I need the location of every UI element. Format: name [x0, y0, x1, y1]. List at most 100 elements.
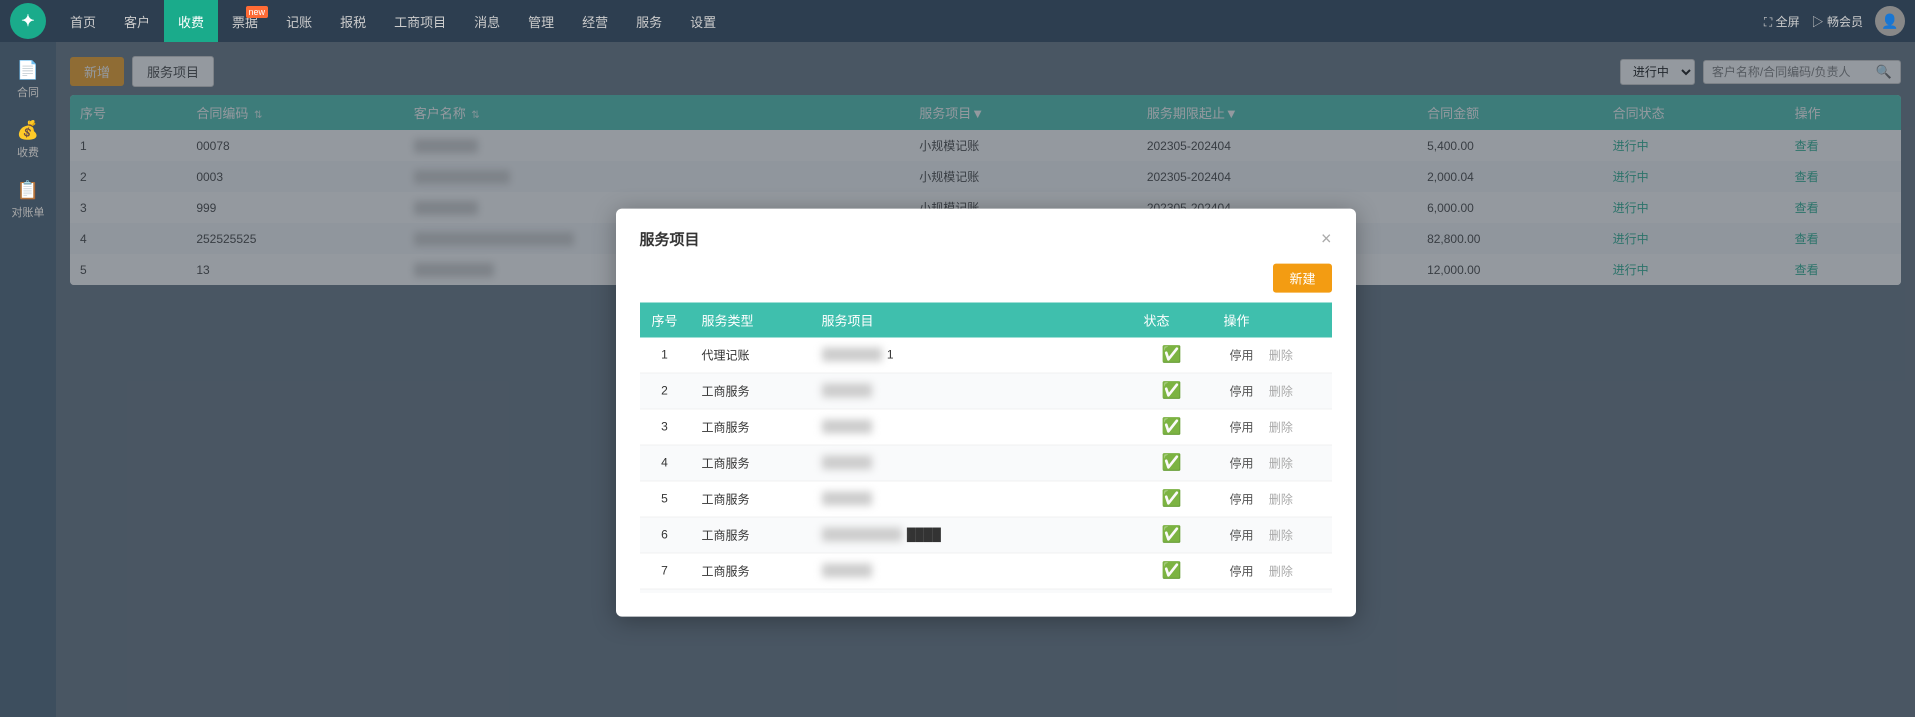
modal-table: 序号 服务类型 服务项目 状态 操作 1 代理记账 1 ✅ 停用 [640, 302, 1332, 592]
sidebar-item-statement[interactable]: 📋 对账单 [3, 172, 53, 228]
modal-cell-project [810, 409, 1132, 445]
modal-scroll-area[interactable]: 序号 服务类型 服务项目 状态 操作 1 代理记账 1 ✅ 停用 [640, 302, 1332, 592]
modal-cell-type: 代理记账 [690, 337, 810, 373]
modal-cell-action: 停用 删除 [1212, 553, 1332, 589]
member-btn[interactable]: ▷ 畅会员 [1812, 13, 1863, 30]
nav-tax[interactable]: 报税 [326, 0, 380, 42]
status-check-icon: ✅ [1162, 347, 1182, 364]
new-badge: new [246, 6, 269, 18]
delete-button[interactable]: 删除 [1263, 524, 1299, 545]
modal-table-row: 4 工商服务 ✅ 停用 删除 [640, 445, 1332, 481]
modal-col-project: 服务项目 [810, 302, 1132, 337]
modal-col-status: 状态 [1132, 302, 1212, 337]
nav-settings[interactable]: 设置 [676, 0, 730, 42]
modal-cell-seq: 8 [640, 589, 690, 593]
nav-customer[interactable]: 客户 [110, 0, 164, 42]
fee-icon: 💰 [17, 120, 39, 141]
modal-cell-status: ✅ [1132, 589, 1212, 593]
stop-button[interactable]: 停用 [1224, 560, 1260, 581]
modal-cell-seq: 3 [640, 409, 690, 445]
contract-icon: 📄 [17, 60, 39, 81]
modal-cell-action: 停用 删除 [1212, 517, 1332, 553]
modal-cell-seq: 5 [640, 481, 690, 517]
modal-title: 服务项目 [640, 228, 700, 249]
service-modal: 服务项目 × 新建 序号 服务类型 服务项目 状态 操作 [616, 208, 1356, 616]
nav-message[interactable]: 消息 [460, 0, 514, 42]
modal-cell-action: 停用 删除 [1212, 589, 1332, 593]
modal-cell-project [810, 445, 1132, 481]
modal-cell-action: 停用 删除 [1212, 409, 1332, 445]
modal-cell-project [810, 553, 1132, 589]
status-check-icon: ✅ [1162, 383, 1182, 400]
modal-col-action: 操作 [1212, 302, 1332, 337]
modal-cell-status: ✅ [1132, 481, 1212, 517]
logo-icon: ✦ [10, 3, 46, 39]
delete-button[interactable]: 删除 [1263, 452, 1299, 473]
modal-cell-status: ✅ [1132, 517, 1212, 553]
status-check-icon: ✅ [1162, 491, 1182, 508]
modal-cell-type: 工商服务 [690, 373, 810, 409]
stop-button[interactable]: 停用 [1224, 488, 1260, 509]
top-nav: ✦ 首页 客户 收费 票据 new 记账 报税 工商项目 消息 管理 经营 服务… [0, 0, 1915, 42]
fullscreen-btn[interactable]: ⛶ 全屏 [1764, 13, 1800, 30]
modal-table-row: 2 工商服务 ✅ 停用 删除 [640, 373, 1332, 409]
nav-service[interactable]: 服务 [622, 0, 676, 42]
modal-table-row: 8 工商服务 注册 ✅ 停用 删除 [640, 589, 1332, 593]
modal-col-type: 服务类型 [690, 302, 810, 337]
nav-fee[interactable]: 收费 [164, 0, 218, 42]
nav-manage[interactable]: 管理 [514, 0, 568, 42]
modal-cell-project [810, 481, 1132, 517]
nav-commerce[interactable]: 工商项目 [380, 0, 460, 42]
modal-cell-seq: 6 [640, 517, 690, 553]
statement-icon: 📋 [17, 180, 39, 201]
sidebar: 📄 合同 💰 收费 📋 对账单 [0, 42, 56, 717]
sidebar-item-fee[interactable]: 💰 收费 [3, 112, 53, 168]
nav-items: 首页 客户 收费 票据 new 记账 报税 工商项目 消息 管理 经营 服务 设… [56, 0, 730, 42]
modal-cell-project: 1 [810, 337, 1132, 373]
nav-accounting[interactable]: 记账 [272, 0, 326, 42]
delete-button[interactable]: 删除 [1263, 416, 1299, 437]
nav-business[interactable]: 经营 [568, 0, 622, 42]
delete-button[interactable]: 删除 [1263, 344, 1299, 365]
modal-cell-action: 停用 删除 [1212, 373, 1332, 409]
content-area: 新增 服务项目 进行中 全部 已结束 🔍 序号 合同编码 ⇅ [56, 42, 1915, 717]
modal-cell-status: ✅ [1132, 373, 1212, 409]
modal-cell-status: ✅ [1132, 409, 1212, 445]
avatar[interactable]: 👤 [1875, 6, 1905, 36]
delete-button[interactable]: 删除 [1263, 560, 1299, 581]
status-check-icon: ✅ [1162, 419, 1182, 436]
nav-ticket[interactable]: 票据 new [218, 0, 272, 42]
modal-table-row: 1 代理记账 1 ✅ 停用 删除 [640, 337, 1332, 373]
modal-col-seq: 序号 [640, 302, 690, 337]
modal-cell-project: 注册 [810, 589, 1132, 593]
nav-home[interactable]: 首页 [56, 0, 110, 42]
modal-cell-action: 停用 删除 [1212, 445, 1332, 481]
modal-cell-project: ████ [810, 517, 1132, 553]
modal-close-button[interactable]: × [1321, 228, 1332, 249]
modal-cell-seq: 2 [640, 373, 690, 409]
modal-cell-status: ✅ [1132, 553, 1212, 589]
modal-table-row: 5 工商服务 ✅ 停用 删除 [640, 481, 1332, 517]
delete-button[interactable]: 删除 [1263, 380, 1299, 401]
modal-new-button[interactable]: 新建 [1273, 263, 1331, 292]
modal-toolbar: 新建 [640, 263, 1332, 292]
modal-cell-type: 工商服务 [690, 589, 810, 593]
modal-cell-type: 工商服务 [690, 553, 810, 589]
stop-button[interactable]: 停用 [1224, 416, 1260, 437]
modal-header: 服务项目 × [640, 228, 1332, 249]
modal-cell-seq: 4 [640, 445, 690, 481]
modal-cell-status: ✅ [1132, 337, 1212, 373]
sidebar-item-contract[interactable]: 📄 合同 [3, 52, 53, 108]
delete-button[interactable]: 删除 [1263, 488, 1299, 509]
status-check-icon: ✅ [1162, 563, 1182, 580]
stop-button[interactable]: 停用 [1224, 344, 1260, 365]
stop-button[interactable]: 停用 [1224, 380, 1260, 401]
modal-cell-type: 工商服务 [690, 517, 810, 553]
nav-right-actions: ⛶ 全屏 ▷ 畅会员 👤 [1764, 6, 1905, 36]
modal-cell-project [810, 373, 1132, 409]
modal-cell-action: 停用 删除 [1212, 481, 1332, 517]
stop-button[interactable]: 停用 [1224, 524, 1260, 545]
stop-button[interactable]: 停用 [1224, 452, 1260, 473]
main-layout: 📄 合同 💰 收费 📋 对账单 新增 服务项目 进行中 全部 已结束 [0, 42, 1915, 717]
modal-cell-type: 工商服务 [690, 481, 810, 517]
